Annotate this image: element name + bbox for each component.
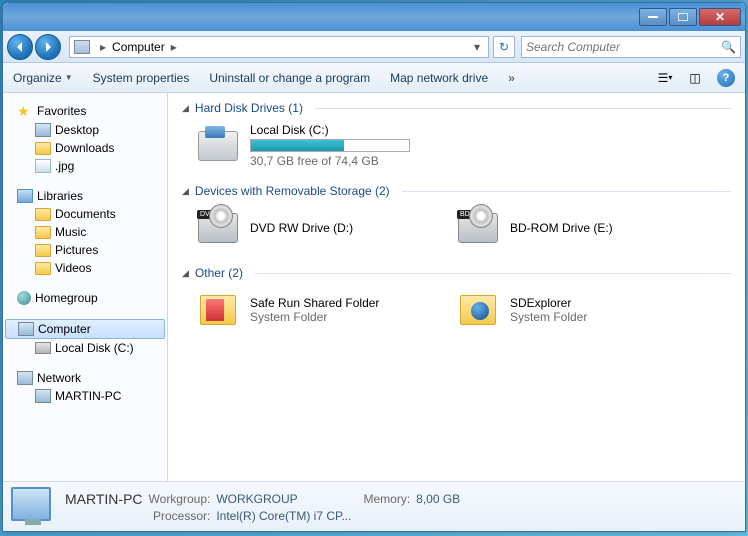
category-header[interactable]: ◢Devices with Removable Storage (2)	[182, 184, 731, 198]
details-pane: MARTIN-PC Workgroup: WORKGROUP Memory: 8…	[3, 481, 745, 531]
view-options-icon[interactable]: ☰▾	[657, 70, 673, 86]
titlebar: ✕	[3, 3, 745, 31]
drive-dvd[interactable]: DVD DVD RW Drive (D:)	[194, 204, 444, 252]
optical-drive-icon: DVD	[198, 213, 238, 243]
folder-icon	[35, 226, 51, 239]
computer-icon	[18, 322, 34, 336]
preview-pane-icon[interactable]: ◫	[687, 70, 703, 86]
sidebar-item-documents[interactable]: Documents	[3, 205, 167, 223]
system-folder-icon	[200, 295, 236, 325]
sidebar-computer[interactable]: Computer	[5, 319, 165, 339]
minimize-button[interactable]	[639, 8, 667, 26]
folder-icon	[35, 142, 51, 155]
sidebar-item-downloads[interactable]: Downloads	[3, 139, 167, 157]
chevron-right-icon: ▸	[100, 40, 106, 54]
star-icon: ★	[17, 103, 33, 119]
refresh-button[interactable]: ↻	[493, 36, 515, 58]
computer-icon	[35, 389, 51, 403]
system-properties-button[interactable]: System properties	[93, 71, 190, 85]
sidebar-libraries[interactable]: Libraries	[3, 187, 167, 205]
disk-usage-bar	[250, 139, 410, 152]
category-other: ◢Other (2) Safe Run Shared Folder System…	[182, 266, 731, 334]
forward-button[interactable]	[35, 34, 61, 60]
search-icon: 🔍	[721, 40, 736, 54]
homegroup-icon	[17, 291, 31, 305]
computer-icon	[11, 487, 51, 521]
folder-sdexplorer[interactable]: SDExplorer System Folder	[454, 286, 704, 334]
explorer-window: ✕ ▸ Computer ▸ ▾ ↻ 🔍 Organize▼ System pr…	[2, 2, 746, 532]
organize-menu[interactable]: Organize▼	[13, 71, 73, 85]
sidebar-item-local-disk[interactable]: Local Disk (C:)	[3, 339, 167, 357]
sidebar-item-videos[interactable]: Videos	[3, 259, 167, 277]
computer-icon	[74, 40, 90, 54]
computer-name: MARTIN-PC	[65, 491, 143, 507]
image-icon	[35, 159, 51, 173]
map-network-drive-button[interactable]: Map network drive	[390, 71, 488, 85]
drive-bdrom[interactable]: BD BD-ROM Drive (E:)	[454, 204, 704, 252]
sidebar-item-desktop[interactable]: Desktop	[3, 121, 167, 139]
folder-icon	[35, 244, 51, 257]
optical-drive-icon: BD	[458, 213, 498, 243]
collapse-icon: ◢	[182, 103, 189, 114]
drive-icon	[35, 342, 51, 354]
search-box[interactable]: 🔍	[521, 36, 741, 58]
sidebar-item-jpg[interactable]: .jpg	[3, 157, 167, 175]
sidebar-favorites[interactable]: ★Favorites	[3, 101, 167, 121]
chevron-right-icon: ▸	[171, 40, 177, 54]
hard-drive-icon	[198, 131, 238, 161]
sidebar-network[interactable]: Network	[3, 369, 167, 387]
category-header[interactable]: ◢Hard Disk Drives (1)	[182, 101, 731, 115]
toolbar: Organize▼ System properties Uninstall or…	[3, 63, 745, 93]
category-hdd: ◢Hard Disk Drives (1) Local Disk (C:) 30…	[182, 101, 731, 170]
folder-safe-run[interactable]: Safe Run Shared Folder System Folder	[194, 286, 444, 334]
maximize-button[interactable]	[669, 8, 697, 26]
folder-icon	[35, 208, 51, 221]
help-icon[interactable]: ?	[717, 69, 735, 87]
search-input[interactable]	[526, 40, 721, 54]
sidebar-item-network-pc[interactable]: MARTIN-PC	[3, 387, 167, 405]
close-button[interactable]: ✕	[699, 8, 741, 26]
content-pane: ◢Hard Disk Drives (1) Local Disk (C:) 30…	[168, 93, 745, 481]
collapse-icon: ◢	[182, 186, 189, 197]
system-folder-icon	[460, 295, 496, 325]
breadcrumb-location[interactable]: Computer	[112, 40, 165, 54]
sidebar-item-music[interactable]: Music	[3, 223, 167, 241]
libraries-icon	[17, 189, 33, 203]
address-dropdown[interactable]: ▾	[470, 40, 484, 54]
navbar: ▸ Computer ▸ ▾ ↻ 🔍	[3, 31, 745, 63]
folder-icon	[35, 262, 51, 275]
desktop-icon	[35, 123, 51, 137]
drive-local-disk-c[interactable]: Local Disk (C:) 30,7 GB free of 74,4 GB	[194, 121, 444, 170]
sidebar-item-pictures[interactable]: Pictures	[3, 241, 167, 259]
network-icon	[17, 371, 33, 385]
sidebar-homegroup[interactable]: Homegroup	[3, 289, 167, 307]
toolbar-overflow[interactable]: »	[508, 71, 515, 85]
category-removable: ◢Devices with Removable Storage (2) DVD …	[182, 184, 731, 252]
address-bar[interactable]: ▸ Computer ▸ ▾	[69, 36, 489, 58]
uninstall-program-button[interactable]: Uninstall or change a program	[209, 71, 370, 85]
category-header[interactable]: ◢Other (2)	[182, 266, 731, 280]
back-button[interactable]	[7, 34, 33, 60]
collapse-icon: ◢	[182, 268, 189, 279]
navigation-pane: ★Favorites Desktop Downloads .jpg Librar…	[3, 93, 168, 481]
